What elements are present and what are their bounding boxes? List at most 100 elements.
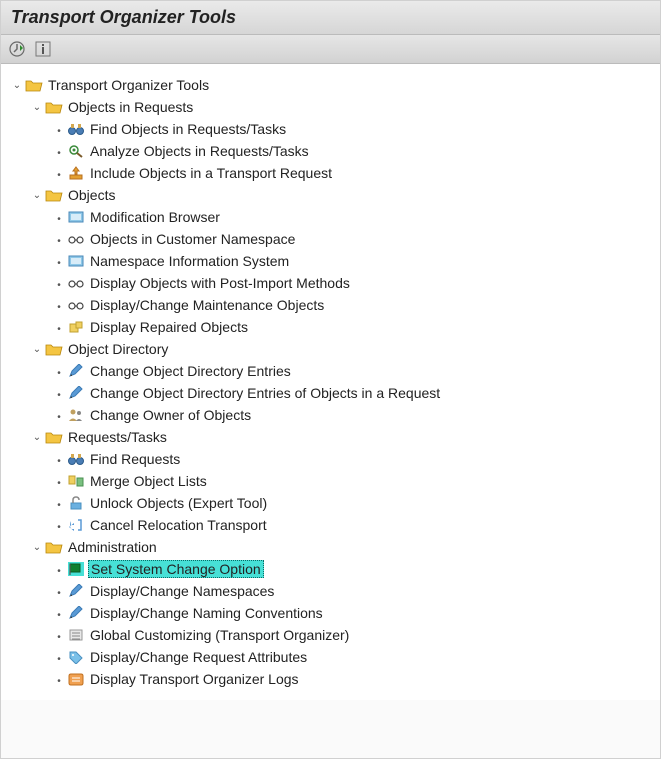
screen-icon — [67, 253, 85, 269]
tree-node-folder[interactable]: ⌄ Requests/Tasks — [5, 426, 656, 448]
tree-node-leaf[interactable]: • Display Repaired Objects — [5, 316, 656, 338]
tree-label: Change Object Directory Entries of Objec… — [88, 385, 442, 401]
bullet-icon: • — [56, 500, 62, 506]
bullet-icon: • — [56, 302, 62, 308]
tree-node-leaf[interactable]: • Include Objects in a Transport Request — [5, 162, 656, 184]
tree-label: Transport Organizer Tools — [46, 77, 211, 93]
bullet-icon: • — [56, 236, 62, 242]
tree-node-leaf[interactable]: • Unlock Objects (Expert Tool) — [5, 492, 656, 514]
binoculars-icon — [67, 451, 85, 467]
pencil-icon — [67, 605, 85, 621]
glasses-icon — [67, 275, 85, 291]
chevron-down-icon[interactable]: ⌄ — [31, 542, 43, 553]
pencil-icon — [67, 363, 85, 379]
logs-icon — [67, 671, 85, 687]
bullet-icon: • — [56, 522, 62, 528]
tag-icon — [67, 649, 85, 665]
chevron-down-icon[interactable]: ⌄ — [31, 432, 43, 443]
tree-node-leaf[interactable]: • Display/Change Naming Conventions — [5, 602, 656, 624]
merge-icon — [67, 473, 85, 489]
tree-node-leaf[interactable]: • Display/Change Request Attributes — [5, 646, 656, 668]
tree-label: Display Objects with Post-Import Methods — [88, 275, 352, 291]
tree-node-leaf[interactable]: • Display Objects with Post-Import Metho… — [5, 272, 656, 294]
chevron-down-icon[interactable]: ⌄ — [31, 190, 43, 201]
tree-label: Namespace Information System — [88, 253, 291, 269]
tree-label: Analyze Objects in Requests/Tasks — [88, 143, 311, 159]
tree-label: Display/Change Namespaces — [88, 583, 276, 599]
chevron-down-icon[interactable]: ⌄ — [31, 102, 43, 113]
tree-node-leaf[interactable]: • Display/Change Maintenance Objects — [5, 294, 656, 316]
bullet-icon: • — [56, 478, 62, 484]
tree-node-leaf[interactable]: • Analyze Objects in Requests/Tasks — [5, 140, 656, 162]
chevron-down-icon[interactable]: ⌄ — [11, 80, 23, 91]
tree-node-leaf[interactable]: • Find Objects in Requests/Tasks — [5, 118, 656, 140]
page-title: Transport Organizer Tools — [1, 1, 660, 35]
bullet-icon: • — [56, 412, 62, 418]
bullet-icon: • — [56, 368, 62, 374]
tree-node-leaf[interactable]: • Global Customizing (Transport Organize… — [5, 624, 656, 646]
folder-open-icon — [45, 99, 63, 115]
tree-node-leaf[interactable]: • Cancel Relocation Transport — [5, 514, 656, 536]
tree-node-leaf[interactable]: • Change Object Directory Entries of Obj… — [5, 382, 656, 404]
tree-node-leaf[interactable]: • Display/Change Namespaces — [5, 580, 656, 602]
tree-label: Display/Change Naming Conventions — [88, 605, 325, 621]
tree-label: Change Object Directory Entries — [88, 363, 293, 379]
customize-icon — [67, 627, 85, 643]
tree-node-leaf[interactable]: • Objects in Customer Namespace — [5, 228, 656, 250]
tree-node-leaf-selected[interactable]: • Set System Change Option — [5, 558, 656, 580]
info-icon — [35, 41, 51, 57]
bullet-icon: • — [56, 214, 62, 220]
execute-button[interactable] — [7, 39, 27, 59]
glasses-icon — [67, 231, 85, 247]
cancel-icon — [67, 517, 85, 533]
tree-label: Find Objects in Requests/Tasks — [88, 121, 288, 137]
tree-label: Include Objects in a Transport Request — [88, 165, 334, 181]
tree-label: Find Requests — [88, 451, 182, 467]
tree-node-root[interactable]: ⌄ Transport Organizer Tools — [5, 74, 656, 96]
tree-label: Display Transport Organizer Logs — [88, 671, 301, 687]
flag-icon — [67, 561, 85, 577]
bullet-icon: • — [56, 566, 62, 572]
tree-node-folder[interactable]: ⌄ Object Directory — [5, 338, 656, 360]
pencil-icon — [67, 583, 85, 599]
bullet-icon: • — [56, 258, 62, 264]
tree-node-leaf[interactable]: • Change Owner of Objects — [5, 404, 656, 426]
tree-label: Objects in Requests — [66, 99, 195, 115]
bullet-icon: • — [56, 280, 62, 286]
bullet-icon: • — [56, 654, 62, 660]
tree-node-leaf[interactable]: • Display Transport Organizer Logs — [5, 668, 656, 690]
bullet-icon: • — [56, 456, 62, 462]
tree-label: Unlock Objects (Expert Tool) — [88, 495, 269, 511]
tree-node-leaf[interactable]: • Find Requests — [5, 448, 656, 470]
tree-node-leaf[interactable]: • Modification Browser — [5, 206, 656, 228]
binoculars-icon — [67, 121, 85, 137]
toolbar — [1, 35, 660, 64]
folder-open-icon — [45, 187, 63, 203]
tree-node-leaf[interactable]: • Namespace Information System — [5, 250, 656, 272]
bullet-icon: • — [56, 676, 62, 682]
unlock-icon — [67, 495, 85, 511]
tree-node-folder[interactable]: ⌄ Objects in Requests — [5, 96, 656, 118]
execute-icon — [9, 41, 25, 57]
tree-label: Display Repaired Objects — [88, 319, 250, 335]
repaired-icon — [67, 319, 85, 335]
info-button[interactable] — [33, 39, 53, 59]
tree-label: Objects in Customer Namespace — [88, 231, 297, 247]
tree-label: Cancel Relocation Transport — [88, 517, 269, 533]
screen-icon — [67, 209, 85, 225]
bullet-icon: • — [56, 170, 62, 176]
tree-node-folder[interactable]: ⌄ Administration — [5, 536, 656, 558]
chevron-down-icon[interactable]: ⌄ — [31, 344, 43, 355]
bullet-icon: • — [56, 610, 62, 616]
bullet-icon: • — [56, 390, 62, 396]
tree-label: Objects — [66, 187, 117, 203]
include-icon — [67, 165, 85, 181]
glasses-icon — [67, 297, 85, 313]
pencil-icon — [67, 385, 85, 401]
tree-node-folder[interactable]: ⌄ Objects — [5, 184, 656, 206]
tree-node-leaf[interactable]: • Merge Object Lists — [5, 470, 656, 492]
analyze-icon — [67, 143, 85, 159]
tree: ⌄ Transport Organizer Tools ⌄ Objects in… — [1, 64, 660, 700]
tree-label: Display/Change Maintenance Objects — [88, 297, 326, 313]
tree-node-leaf[interactable]: • Change Object Directory Entries — [5, 360, 656, 382]
